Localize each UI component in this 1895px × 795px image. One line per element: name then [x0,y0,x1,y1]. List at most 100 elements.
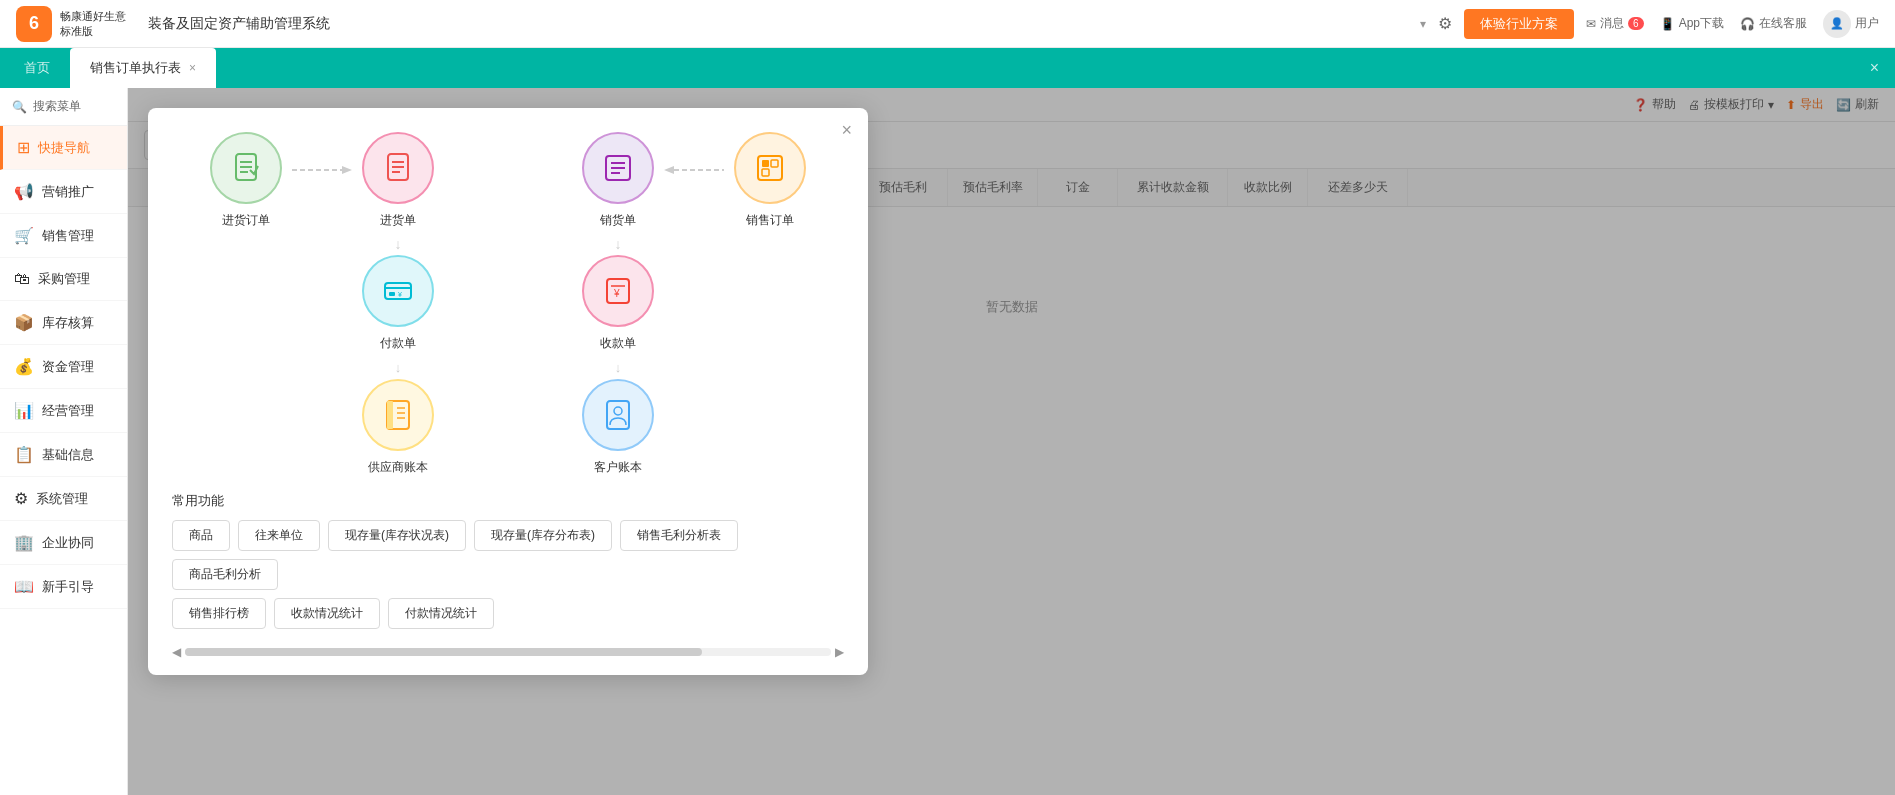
finance-icon: 💰 [14,357,34,376]
inventory-icon: 📦 [14,313,34,332]
svg-rect-18 [771,160,778,167]
func-btn-sales-rank[interactable]: 销售排行榜 [172,598,266,629]
flow-purchase-receipt[interactable]: 进货单 [348,132,448,229]
sales-order-circle [582,132,654,204]
logo-icon: 6 [16,6,52,42]
nav-tabs: 首页 销售订单执行表 × × [0,48,1895,88]
tab-home[interactable]: 首页 [4,48,70,88]
flow-purchase-order[interactable]: 进货订单 [196,132,296,229]
message-btn[interactable]: ✉ 消息 6 [1586,15,1644,32]
top-header: 6 畅康通好生意 标准版 装备及固定资产辅助管理系统 ▾ ⚙ 体验行业方案 ✉ … [0,0,1895,48]
message-badge: 6 [1628,17,1644,30]
sidebar-item-operation[interactable]: 📊 经营管理 [0,389,127,433]
sidebar-item-basic[interactable]: 📋 基础信息 [0,433,127,477]
scroll-left-btn[interactable]: ◀ [172,645,181,659]
flow-sales-order[interactable]: 销货单 [568,132,668,229]
customer-ledger-circle [582,379,654,451]
svg-rect-28 [387,401,393,429]
purchase-icon: 🛍 [14,270,30,288]
sidebar-item-purchase[interactable]: 🛍 采购管理 [0,258,127,301]
sidebar-item-inventory[interactable]: 📦 库存核算 [0,301,127,345]
sales-icon: 🛒 [14,226,34,245]
purchase-receipt-circle [362,132,434,204]
func-btn-receipts-stat[interactable]: 收款情况统计 [274,598,380,629]
avatar: 👤 [1823,10,1851,38]
operation-icon: 📊 [14,401,34,420]
sales-order2-circle [734,132,806,204]
sidebar: 🔍 搜索菜单 ⊞ 快捷导航 📢 营销推广 🛒 销售管理 🛍 采购管理 📦 库存核… [0,88,128,795]
newbie-icon: 📖 [14,577,34,596]
settings-icon[interactable]: ⚙ [1438,14,1452,33]
svg-rect-17 [762,160,769,167]
svg-text:¥: ¥ [613,288,620,299]
svg-text:¥: ¥ [398,291,402,298]
func-btn-stock-dist[interactable]: 现存量(库存分布表) [474,520,612,551]
system-title: 装备及固定资产辅助管理系统 [148,15,1408,33]
message-icon: ✉ [1586,17,1596,31]
func-btn-contacts[interactable]: 往来单位 [238,520,320,551]
header-actions: ✉ 消息 6 📱 App下载 🎧 在线客服 👤 用户 [1586,10,1879,38]
modal-box: × 进货订单 [148,108,868,675]
func-btn-stock-status[interactable]: 现存量(库存状况表) [328,520,466,551]
online-service-btn[interactable]: 🎧 在线客服 [1740,15,1807,32]
func-buttons: 商品 往来单位 现存量(库存状况表) 现存量(库存分布表) 销售毛利分析表 商品… [172,520,844,590]
svg-rect-22 [389,292,395,296]
flow-supplier-ledger[interactable]: 供应商账本 [348,379,448,476]
tab-close-btn[interactable]: × [189,61,196,75]
svg-point-33 [614,407,622,415]
experience-btn[interactable]: 体验行业方案 [1464,9,1574,39]
flow-customer-ledger[interactable]: 客户账本 [568,379,668,476]
scrollbar-track [185,648,831,656]
scrollbar-thumb[interactable] [185,648,702,656]
sidebar-item-enterprise[interactable]: 🏢 企业协同 [0,521,127,565]
dropdown-arrow[interactable]: ▾ [1420,17,1426,31]
sales-order2-label: 销售订单 [746,212,794,229]
svg-rect-19 [762,169,769,176]
receipt-circle: ¥ [582,255,654,327]
phone-icon: 📱 [1660,17,1675,31]
sidebar-item-newbie[interactable]: 📖 新手引导 [0,565,127,609]
search-menu[interactable]: 🔍 搜索菜单 [0,88,127,126]
common-functions: 常用功能 商品 往来单位 现存量(库存状况表) 现存量(库存分布表) 销售毛利分… [172,492,844,629]
flow-sales-order2[interactable]: 销售订单 [720,132,820,229]
service-icon: 🎧 [1740,17,1755,31]
quick-nav-icon: ⊞ [17,138,30,157]
svg-rect-16 [758,156,782,180]
sidebar-item-finance[interactable]: 💰 资金管理 [0,345,127,389]
scroll-right-btn[interactable]: ▶ [835,645,844,659]
customer-ledger-label: 客户账本 [594,459,642,476]
purchase-receipt-label: 进货单 [380,212,416,229]
logo-area: 6 畅康通好生意 标准版 [16,6,136,42]
app-download-btn[interactable]: 📱 App下载 [1660,15,1724,32]
basic-icon: 📋 [14,445,34,464]
purchase-order-label: 进货订单 [222,212,270,229]
enterprise-icon: 🏢 [14,533,34,552]
modal-close-btn[interactable]: × [841,120,852,141]
modal-scrollbar: ◀ ▶ [172,645,844,659]
flow-receipt[interactable]: ¥ 收款单 [568,255,668,352]
modal-overlay[interactable]: × 进货订单 [128,88,1895,795]
main-layout: 🔍 搜索菜单 ⊞ 快捷导航 📢 营销推广 🛒 销售管理 🛍 采购管理 📦 库存核… [0,88,1895,795]
supplier-ledger-label: 供应商账本 [368,459,428,476]
receipt-label: 收款单 [600,335,636,352]
purchase-order-circle [210,132,282,204]
sales-order-label: 销货单 [600,212,636,229]
marketing-icon: 📢 [14,182,34,201]
func-btn-payment-stat[interactable]: 付款情况统计 [388,598,494,629]
search-icon: 🔍 [12,100,27,114]
logo-text: 畅康通好生意 标准版 [60,9,126,38]
sidebar-item-marketing[interactable]: 📢 营销推广 [0,170,127,214]
sidebar-item-system[interactable]: ⚙ 系统管理 [0,477,127,521]
func-buttons-row2: 销售排行榜 收款情况统计 付款情况统计 [172,598,844,629]
func-btn-goods-gross[interactable]: 商品毛利分析 [172,559,278,590]
sidebar-item-sales[interactable]: 🛒 销售管理 [0,214,127,258]
sidebar-item-quick-nav[interactable]: ⊞ 快捷导航 [0,126,127,170]
user-area[interactable]: 👤 用户 [1823,10,1879,38]
func-btn-sales-gross[interactable]: 销售毛利分析表 [620,520,738,551]
system-icon: ⚙ [14,489,28,508]
window-close-btn[interactable]: × [1870,59,1879,77]
payment-label: 付款单 [380,335,416,352]
flow-payment[interactable]: ¥ 付款单 [348,255,448,352]
func-btn-goods[interactable]: 商品 [172,520,230,551]
tab-sales-order[interactable]: 销售订单执行表 × [70,48,216,88]
